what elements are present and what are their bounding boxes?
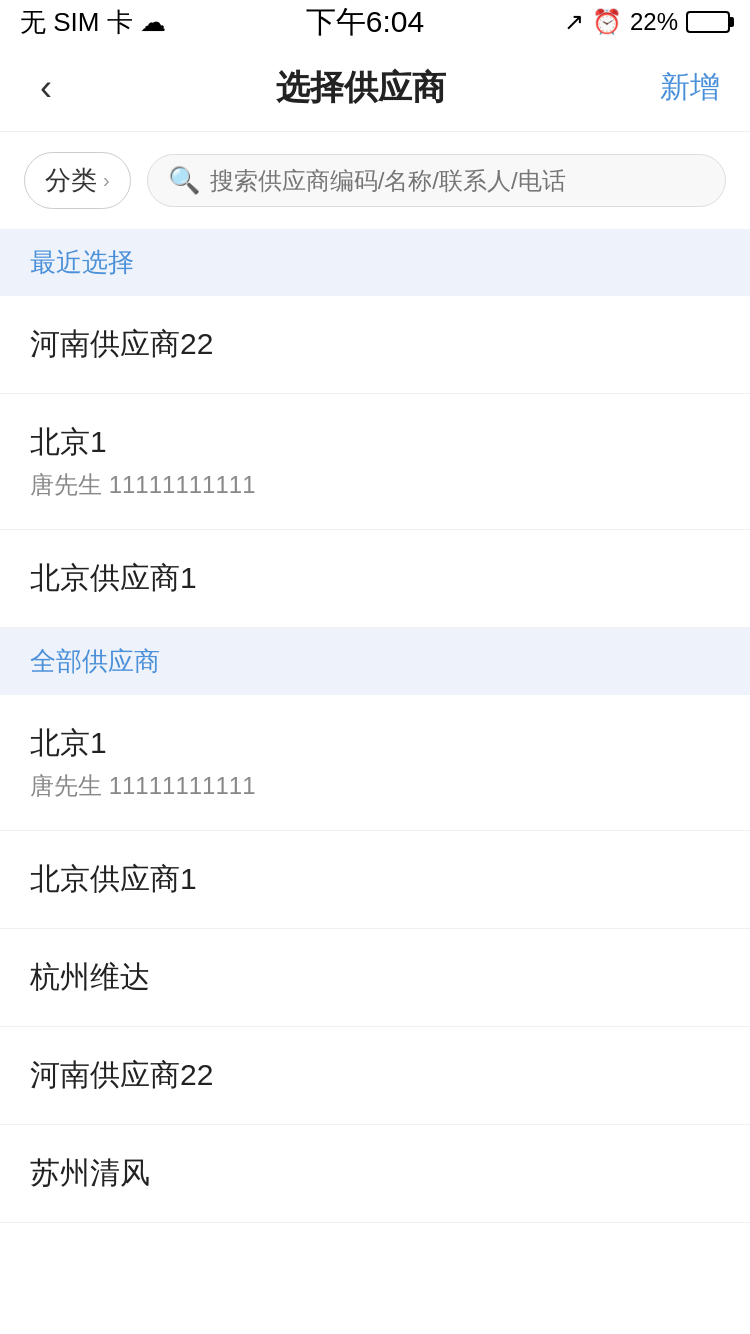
list-item[interactable]: 河南供应商22 [0, 296, 750, 394]
supplier-name: 河南供应商22 [30, 1055, 720, 1096]
status-left: 无 SIM 卡 ☁ [20, 5, 166, 40]
status-bar: 无 SIM 卡 ☁ 下午6:04 ↗ ⏰ 22% [0, 0, 750, 44]
nav-bar: ‹ 选择供应商 新增 [0, 44, 750, 132]
alarm-icon: ⏰ [592, 8, 622, 36]
back-button[interactable]: ‹ [30, 57, 62, 119]
list-item[interactable]: 北京1 唐先生 11111111111 [0, 394, 750, 530]
status-right: ↗ ⏰ 22% [564, 8, 730, 36]
supplier-name: 北京1 [30, 723, 720, 764]
list-item[interactable]: 苏州清风 [0, 1125, 750, 1223]
supplier-name: 北京供应商1 [30, 558, 720, 599]
category-filter[interactable]: 分类 › [24, 152, 131, 209]
battery-icon [686, 11, 730, 33]
add-button[interactable]: 新增 [660, 67, 720, 108]
supplier-name: 北京供应商1 [30, 859, 720, 900]
sim-status: 无 SIM 卡 ☁ [20, 5, 166, 40]
supplier-sub: 唐先生 11111111111 [30, 469, 720, 501]
search-box[interactable]: 🔍 [147, 154, 726, 207]
location-icon: ↗ [564, 8, 584, 36]
supplier-name: 北京1 [30, 422, 720, 463]
supplier-sub: 唐先生 11111111111 [30, 770, 720, 802]
section-header: 最近选择 [0, 229, 750, 296]
chevron-right-icon: › [103, 169, 110, 192]
supplier-name: 杭州维达 [30, 957, 720, 998]
list-item[interactable]: 河南供应商22 [0, 1027, 750, 1125]
search-input[interactable] [210, 167, 705, 195]
list-item[interactable]: 杭州维达 [0, 929, 750, 1027]
list-item[interactable]: 北京供应商1 [0, 530, 750, 628]
supplier-name: 河南供应商22 [30, 324, 720, 365]
list-item[interactable]: 北京1 唐先生 11111111111 [0, 695, 750, 831]
supplier-name: 苏州清风 [30, 1153, 720, 1194]
list-item[interactable]: 北京供应商1 [0, 831, 750, 929]
section-header: 全部供应商 [0, 628, 750, 695]
page-title: 选择供应商 [276, 65, 446, 111]
search-icon: 🔍 [168, 165, 200, 196]
status-time: 下午6:04 [306, 2, 424, 43]
filter-bar: 分类 › 🔍 [0, 132, 750, 229]
supplier-list: 最近选择河南供应商22 北京1 唐先生 11111111111 北京供应商1 全部供应商… [0, 229, 750, 1223]
battery-percent: 22% [630, 8, 678, 36]
category-label: 分类 [45, 163, 97, 198]
